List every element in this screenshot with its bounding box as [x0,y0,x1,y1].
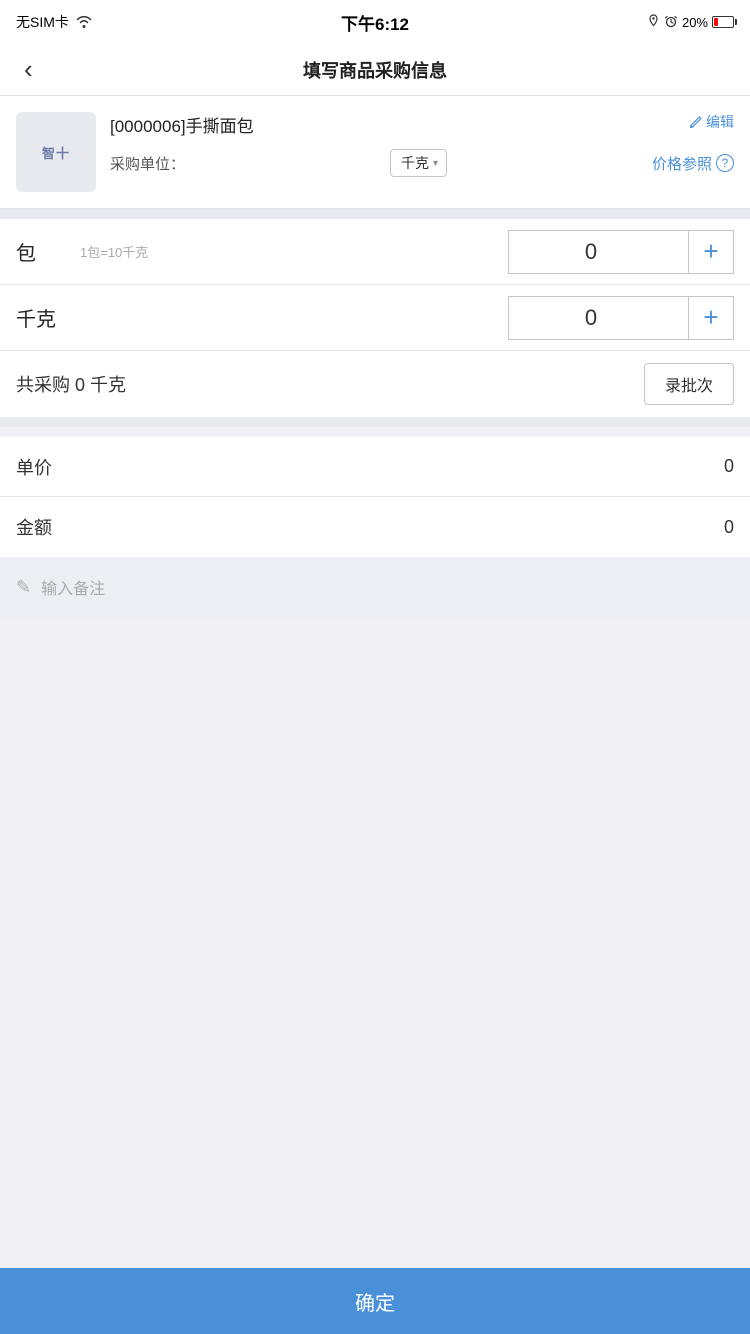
product-card: 智十 [0000006]手撕面包 编辑 采购单位： 千克 ▾ [0,96,750,209]
bag-plus-button[interactable]: + [688,230,734,274]
carrier-label: 无SIM卡 [16,12,69,32]
battery-icon [712,16,734,28]
kg-quantity-input[interactable] [508,296,688,340]
note-icon: ✎ [16,577,31,598]
location-icon [647,14,660,30]
amount-label: 金额 [16,514,724,540]
confirm-label: 确定 [355,1287,395,1316]
wifi-icon [75,14,93,31]
unit-value: 千克 [401,153,429,173]
kg-label: 千克 [16,303,76,332]
battery-percent: 20% [682,15,708,30]
nav-title: 填写商品采购信息 [303,57,447,83]
bag-quantity-input[interactable] [508,230,688,274]
price-ref-button[interactable]: 价格参照 ? [652,153,734,174]
chevron-down-icon: ▾ [433,158,438,169]
status-bar-right: 20% [647,14,734,31]
product-image: 智十 [16,112,96,192]
section-separator-1 [0,209,750,219]
amount-value: 0 [724,517,734,538]
unit-price-label: 单价 [16,454,724,480]
edit-icon [689,115,703,129]
note-placeholder: 输入备注 [41,575,105,599]
purchase-unit-row: 采购单位： 千克 ▾ 价格参照 ? [110,149,734,177]
kg-input-row: 千克 + [0,285,750,351]
price-section: 单价 0 金额 0 [0,437,750,557]
unit-select[interactable]: 千克 ▾ [390,149,447,177]
edit-label: 编辑 [706,112,734,132]
kg-plus-button[interactable]: + [688,296,734,340]
batch-button[interactable]: 录批次 [644,363,734,405]
status-bar-time: 下午6:12 [341,10,409,35]
bag-input-control: + [508,230,734,274]
confirm-button[interactable]: 确定 [0,1268,750,1334]
content-body: 智十 [0000006]手撕面包 编辑 采购单位： 千克 ▾ [0,96,750,697]
nav-bar: ‹ 填写商品采购信息 [0,44,750,96]
edit-button[interactable]: 编辑 [689,112,734,132]
note-section[interactable]: ✎ 输入备注 [0,557,750,617]
amount-row: 金额 0 [0,497,750,557]
bag-input-row: 包 1包=10千克 + [0,219,750,285]
total-row: 共采购 0 千克 录批次 [0,351,750,417]
kg-input-control: + [508,296,734,340]
product-name: [0000006]手撕面包 [110,112,254,137]
bag-sub-label: 1包=10千克 [80,242,508,261]
help-circle-icon: ? [716,154,734,172]
product-name-row: [0000006]手撕面包 编辑 [110,112,734,137]
section-separator-2 [0,417,750,427]
unit-price-value: 0 [724,456,734,477]
bag-label: 包 [16,237,76,266]
product-logo: 智十 [42,143,70,162]
status-bar: 无SIM卡 下午6:12 20% [0,0,750,44]
alarm-icon [664,14,678,31]
total-label: 共采购 0 千克 [16,371,644,397]
unit-price-row: 单价 0 [0,437,750,497]
price-ref-label: 价格参照 [652,153,712,174]
purchase-unit-label: 采购单位： [110,153,185,174]
product-info: [0000006]手撕面包 编辑 采购单位： 千克 ▾ 价格参照 ? [110,112,734,177]
back-button[interactable]: ‹ [16,50,41,89]
quantity-input-section: 包 1包=10千克 + 千克 + [0,219,750,351]
status-bar-left: 无SIM卡 [16,12,93,32]
